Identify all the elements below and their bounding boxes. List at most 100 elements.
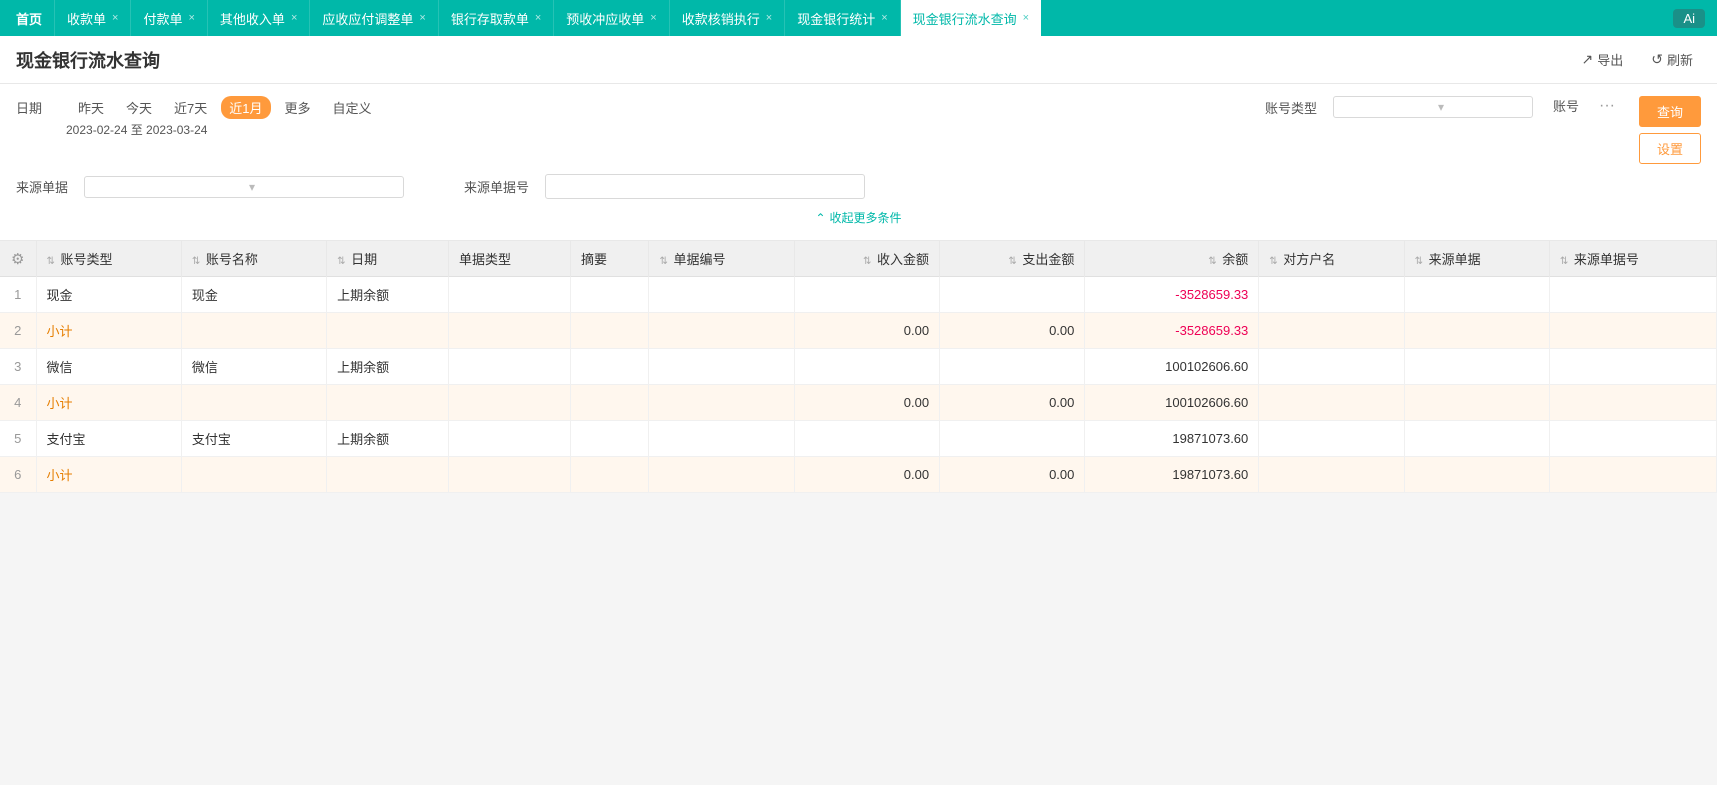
row-number: 1 <box>0 277 36 313</box>
sort-icon: ⇅ <box>192 256 200 267</box>
settings-button[interactable]: 设置 <box>1639 133 1701 164</box>
date-yesterday[interactable]: 昨天 <box>70 96 112 119</box>
export-button[interactable]: ↗ 导出 <box>1574 46 1632 73</box>
date-range-display: 2023-02-24 至 2023-03-24 <box>66 123 207 137</box>
col-counterparty[interactable]: ⇅ 对方户名 <box>1259 241 1404 277</box>
nav-tab-8[interactable]: 现金银行流水查询 × <box>901 0 1041 36</box>
date-1month[interactable]: 近1月 <box>221 96 270 119</box>
sort-icon: ⇅ <box>659 256 667 267</box>
nav-tab-0[interactable]: 收款单 × <box>55 0 131 36</box>
cell-doc-type <box>449 277 571 313</box>
ai-button[interactable]: Ai <box>1673 9 1705 28</box>
cell-counterparty <box>1259 277 1404 313</box>
collapse-button[interactable]: ⌃ 收起更多条件 <box>815 209 901 226</box>
col-summary[interactable]: 摘要 <box>570 241 649 277</box>
refresh-icon: ↺ <box>1651 51 1663 68</box>
nav-tab-4[interactable]: 银行存取款单 × <box>439 0 554 36</box>
header-actions: ↗ 导出 ↺ 刷新 <box>1574 46 1702 73</box>
cell-expense: 0.00 <box>940 385 1085 421</box>
cell-balance: 100102606.60 <box>1085 385 1259 421</box>
refresh-button[interactable]: ↺ 刷新 <box>1643 46 1701 73</box>
date-7days[interactable]: 近7天 <box>166 96 215 119</box>
close-icon[interactable]: × <box>112 12 118 24</box>
sort-icon: ⇅ <box>1415 256 1423 267</box>
col-date[interactable]: ⇅ 日期 <box>327 241 449 277</box>
nav-tab-2[interactable]: 其他收入单 × <box>208 0 310 36</box>
nav-tab-7[interactable]: 现金银行统计 × <box>785 0 900 36</box>
cell-source-doc-no <box>1549 277 1716 313</box>
cell-account-type: 小计 <box>36 385 181 421</box>
nav-tab-5[interactable]: 预收冲应收单 × <box>554 0 669 36</box>
col-expense[interactable]: ⇅ 支出金额 <box>940 241 1085 277</box>
col-source-doc-no[interactable]: ⇅ 来源单据号 <box>1549 241 1716 277</box>
close-icon[interactable]: × <box>419 12 425 24</box>
cell-balance: 100102606.60 <box>1085 349 1259 385</box>
table-row: 2小计0.000.00-3528659.33 <box>0 313 1717 349</box>
col-income[interactable]: ⇅ 收入金额 <box>794 241 939 277</box>
table-row: 5支付宝支付宝上期余额19871073.60 <box>0 421 1717 457</box>
cell-date <box>327 457 449 493</box>
col-doc-no[interactable]: ⇅ 单据编号 <box>649 241 794 277</box>
cell-account-name <box>181 313 326 349</box>
cell-account-type: 小计 <box>36 457 181 493</box>
col-account-name[interactable]: ⇅ 账号名称 <box>181 241 326 277</box>
source-doc-select[interactable]: ▾ <box>84 176 404 198</box>
col-doc-type[interactable]: 单据类型 <box>449 241 571 277</box>
cell-summary <box>570 349 649 385</box>
cell-doc-no <box>649 349 794 385</box>
cell-income: 0.00 <box>794 457 939 493</box>
close-icon[interactable]: × <box>535 12 541 24</box>
cell-source-doc <box>1404 277 1549 313</box>
col-source-doc[interactable]: ⇅ 来源单据 <box>1404 241 1549 277</box>
date-today[interactable]: 今天 <box>118 96 160 119</box>
row-number: 4 <box>0 385 36 421</box>
cell-date: 上期余额 <box>327 421 449 457</box>
table-row: 3微信微信上期余额100102606.60 <box>0 349 1717 385</box>
cell-balance: 19871073.60 <box>1085 457 1259 493</box>
nav-tab-3[interactable]: 应收应付调整单 × <box>310 0 438 36</box>
source-doc-no-input[interactable] <box>545 174 865 199</box>
cell-expense <box>940 349 1085 385</box>
table-container: ⚙ ⇅ 账号类型 ⇅ 账号名称 ⇅ 日期 单据类型 摘要 <box>0 241 1717 493</box>
nav-tab-1[interactable]: 付款单 × <box>131 0 207 36</box>
cell-expense: 0.00 <box>940 457 1085 493</box>
nav-tab-6[interactable]: 收款核销执行 × <box>670 0 785 36</box>
col-account-type[interactable]: ⇅ 账号类型 <box>36 241 181 277</box>
cell-balance: 19871073.60 <box>1085 421 1259 457</box>
action-buttons: 查询 设置 <box>1639 96 1701 164</box>
gear-icon[interactable]: ⚙ <box>11 250 24 268</box>
cell-account-type: 支付宝 <box>36 421 181 457</box>
chevron-up-icon: ⌃ <box>815 211 825 225</box>
close-icon[interactable]: × <box>766 12 772 24</box>
cell-summary <box>570 277 649 313</box>
table-row: 6小计0.000.0019871073.60 <box>0 457 1717 493</box>
close-icon[interactable]: × <box>188 12 194 24</box>
close-icon[interactable]: × <box>881 12 887 24</box>
chevron-down-icon: ▾ <box>249 180 397 194</box>
cell-date: 上期余额 <box>327 277 449 313</box>
nav-home[interactable]: 首页 <box>4 0 55 36</box>
table-row: 4小计0.000.00100102606.60 <box>0 385 1717 421</box>
account-type-select[interactable]: ▾ <box>1333 96 1533 118</box>
close-icon[interactable]: × <box>1023 12 1029 24</box>
close-icon[interactable]: × <box>291 12 297 24</box>
sort-icon: ⇅ <box>1560 256 1568 267</box>
date-custom[interactable]: 自定义 <box>325 96 380 119</box>
cell-doc-no <box>649 421 794 457</box>
col-balance[interactable]: ⇅ 余额 <box>1085 241 1259 277</box>
cell-source-doc-no <box>1549 421 1716 457</box>
close-icon[interactable]: × <box>650 12 656 24</box>
date-more[interactable]: 更多 <box>277 96 319 119</box>
cell-source-doc <box>1404 313 1549 349</box>
cell-source-doc-no <box>1549 349 1716 385</box>
cell-account-name: 支付宝 <box>181 421 326 457</box>
cell-expense: 0.00 <box>940 313 1085 349</box>
cell-account-name <box>181 457 326 493</box>
table-row: 1现金现金上期余额-3528659.33 <box>0 277 1717 313</box>
cell-counterparty <box>1259 349 1404 385</box>
cell-doc-no <box>649 313 794 349</box>
cell-income <box>794 277 939 313</box>
col-gear[interactable]: ⚙ <box>0 241 36 277</box>
query-button[interactable]: 查询 <box>1639 96 1701 127</box>
account-dots-button[interactable]: ··· <box>1595 97 1619 115</box>
